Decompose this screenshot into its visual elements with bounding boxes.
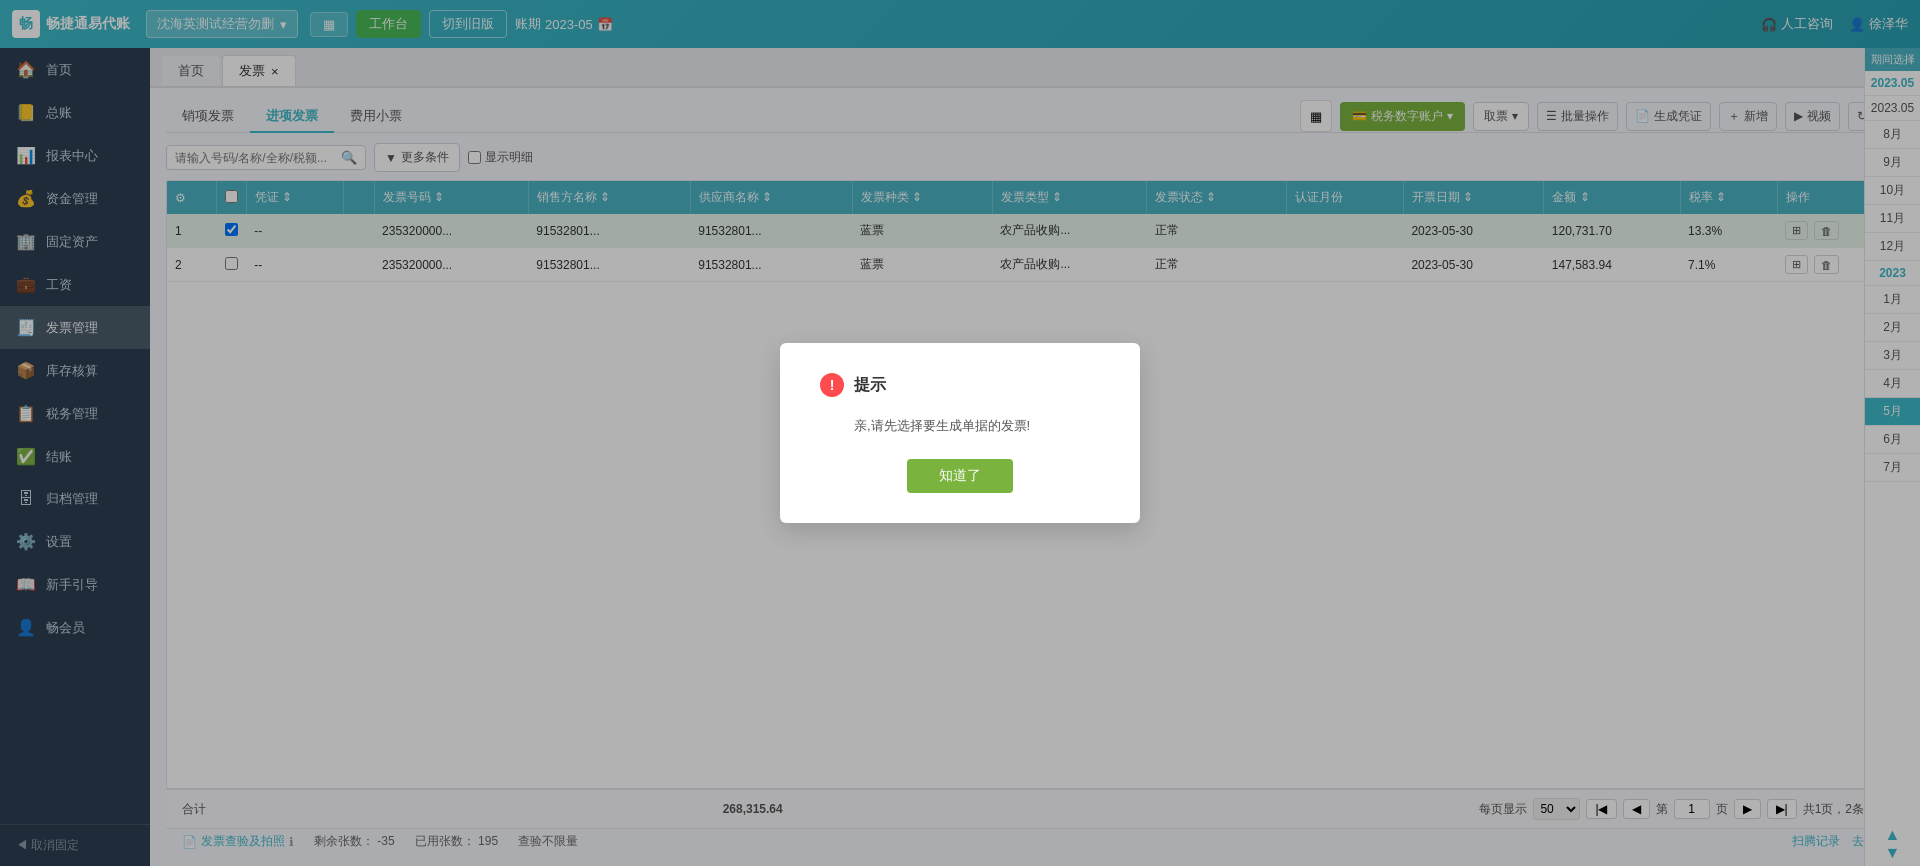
modal-header: ! 提示 — [820, 373, 1100, 397]
confirm-button[interactable]: 知道了 — [907, 459, 1013, 493]
modal-dialog: ! 提示 亲,请先选择要生成单据的发票! 知道了 — [780, 343, 1140, 523]
warning-icon: ! — [820, 373, 844, 397]
modal-message: 亲,请先选择要生成单据的发票! — [854, 418, 1030, 433]
modal-overlay: ! 提示 亲,请先选择要生成单据的发票! 知道了 — [0, 0, 1920, 866]
modal-body: 亲,请先选择要生成单据的发票! — [820, 417, 1100, 435]
modal-footer: 知道了 — [820, 459, 1100, 493]
modal-title: 提示 — [854, 375, 886, 396]
